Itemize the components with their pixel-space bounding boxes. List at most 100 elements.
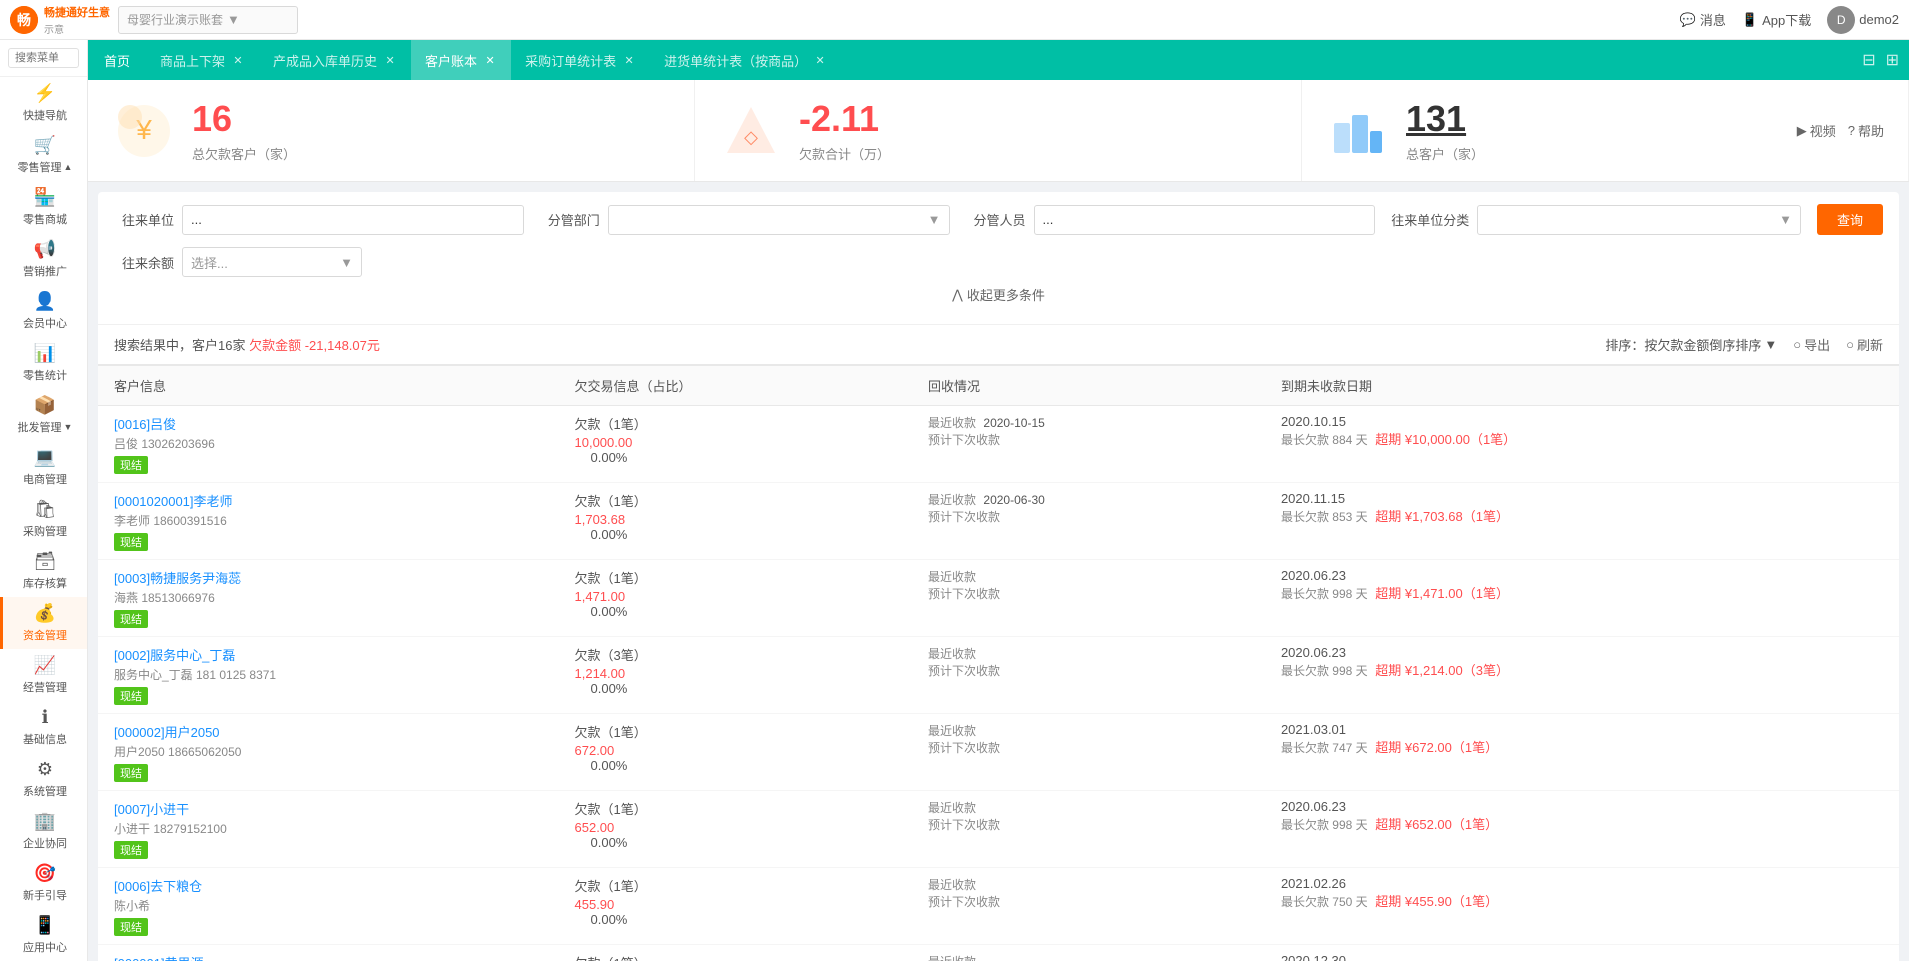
overdue-link-5[interactable]: 超期 ¥652.00（1笔） <box>1375 817 1498 832</box>
sidebar-item-marketing[interactable]: 📢 营销推广 <box>0 233 87 285</box>
message-icon: 💬 <box>1680 12 1696 28</box>
stat-value-total-customers: 131 <box>1406 98 1484 140</box>
avatar: D <box>1827 6 1855 34</box>
sidebar-item-apps[interactable]: 📱 应用中心 <box>0 909 87 961</box>
overdue-link-4[interactable]: 超期 ¥672.00（1笔） <box>1375 740 1498 755</box>
overdue-link-6[interactable]: 超期 ¥455.90（1笔） <box>1375 894 1498 909</box>
sidebar-item-retail-stats[interactable]: 📊 零售统计 <box>0 337 87 389</box>
tab-purchase-stats[interactable]: 采购订单统计表 ✕ <box>511 40 650 80</box>
last-collection-date-1: 2020-06-30 <box>983 493 1044 507</box>
sidebar-item-finance[interactable]: 💰 资金管理 <box>0 597 87 649</box>
next-collection-4: 预计下次收款 <box>928 739 1249 756</box>
overdue-days-4: 最长欠款 747 天 <box>1281 741 1368 755</box>
overdue-link-1[interactable]: 超期 ¥1,703.68（1笔） <box>1375 509 1509 524</box>
app-download-btn[interactable]: 📱 App下载 <box>1742 10 1811 29</box>
query-button[interactable]: 查询 <box>1817 204 1883 235</box>
customer-name-1[interactable]: [0001020001]李老师 <box>114 491 543 510</box>
sidebar-item-enterprise[interactable]: 🏢 企业协同 <box>0 805 87 857</box>
app-title-display: 母婴行业演示账套 <box>127 11 223 28</box>
customer-name-2[interactable]: [0003]畅捷服务尹海蕊 <box>114 568 543 587</box>
cell-due-date-0: 2020.10.15 最长欠款 884 天 超期 ¥10,000.00（1笔） <box>1265 406 1899 483</box>
customer-name-0[interactable]: [0016]吕俊 <box>114 414 543 433</box>
video-icon: ▶ <box>1797 123 1807 139</box>
tab-inventory-history-close[interactable]: ✕ <box>383 53 397 67</box>
tab-customer-account[interactable]: 客户账本 ✕ <box>411 40 511 80</box>
cell-customer-info-1: [0001020001]李老师 李老师 18600391516 现结 <box>98 483 559 560</box>
customer-name-3[interactable]: [0002]服务中心_丁磊 <box>114 645 543 664</box>
collapse-button[interactable]: ⋀ 收起更多条件 <box>952 281 1045 308</box>
window-minimize-icon[interactable]: ⊟ <box>1862 50 1875 70</box>
customer-tag-1: 现结 <box>114 533 148 551</box>
collapse-icon: ⋀ <box>952 287 963 303</box>
content-area: 首页 商品上下架 ✕ 产成品入库单历史 ✕ 客户账本 ✕ 采购订单统计表 ✕ <box>88 40 1909 961</box>
customer-name-5[interactable]: [0007]小进干 <box>114 799 543 818</box>
sidebar-item-label: 会员中心 <box>23 315 67 331</box>
customer-tag-6: 现结 <box>114 918 148 936</box>
cell-due-date-7: 2020.12.30 最长欠款 808 天 超期 ¥429.00（1笔） <box>1265 945 1899 961</box>
filter-category-select[interactable]: ▼ <box>1477 205 1801 235</box>
sidebar-search-input[interactable] <box>8 48 79 68</box>
sidebar-item-purchase[interactable]: 🛍 采购管理 <box>0 493 87 545</box>
window-maximize-icon[interactable]: ⊞ <box>1886 50 1899 70</box>
quick-nav-icon: ⚡ <box>34 83 56 104</box>
filter-dept-select[interactable]: ▼ <box>608 205 950 235</box>
tab-inventory-history[interactable]: 产成品入库单历史 ✕ <box>259 40 411 80</box>
overdue-days-3: 最长欠款 998 天 <box>1281 664 1368 678</box>
filter-person-input[interactable]: ... <box>1034 205 1376 235</box>
results-amount-value: 欠款金额 -21,148.07元 <box>249 338 380 353</box>
sidebar-item-label: 批发管理 ▼ <box>18 419 73 435</box>
sidebar-item-guide[interactable]: 🎯 新手引导 <box>0 857 87 909</box>
sidebar-item-member[interactable]: 👤 会员中心 <box>0 285 87 337</box>
tab-import-stats-close[interactable]: ✕ <box>813 53 827 67</box>
base-info-icon: ℹ <box>42 707 49 728</box>
due-date-7: 2020.12.30 <box>1281 953 1883 961</box>
export-icon: ○ <box>1793 337 1801 352</box>
video-link[interactable]: ▶ 视频 <box>1797 121 1836 140</box>
customer-name-6[interactable]: [0006]去下粮仓 <box>114 876 543 895</box>
stat-card-owed-amount: ◇ -2.11 欠款合计（万） <box>695 80 1302 181</box>
customer-name-4[interactable]: [000002]用户2050 <box>114 722 543 741</box>
tab-customer-account-close[interactable]: ✕ <box>483 53 497 67</box>
user-menu[interactable]: D demo2 <box>1827 6 1899 34</box>
next-collection-5: 预计下次收款 <box>928 816 1249 833</box>
next-collection-label-4: 预计下次收款 <box>928 741 1000 755</box>
tab-purchase-stats-close[interactable]: ✕ <box>622 53 636 67</box>
cell-owe-info-4: 欠款（1笔） 672.00 0.00% <box>559 714 913 791</box>
sidebar-item-batch-mgmt[interactable]: 📦 批发管理 ▼ <box>0 389 87 441</box>
sort-selector[interactable]: 排序：按欠款金额倒序排序 ▼ <box>1605 335 1777 354</box>
stat-label-owed-customers: 总欠款客户（家） <box>192 144 296 163</box>
customer-name-7[interactable]: [000001]黄思源 <box>114 953 543 961</box>
owe-pct-3: 0.00% <box>591 681 628 696</box>
sidebar-item-retail-mall[interactable]: 🏪 零售商城 <box>0 181 87 233</box>
sidebar-item-system[interactable]: ⚙ 系统管理 <box>0 753 87 805</box>
filter-row-2: 往来余额 选择... ▼ <box>114 247 1883 277</box>
filter-balance-select[interactable]: 选择... ▼ <box>182 247 362 277</box>
sidebar-item-inventory[interactable]: 🗃 库存核算 <box>0 545 87 597</box>
sidebar-item-retail-mgmt[interactable]: 🛒 零售管理 ▲ <box>0 129 87 181</box>
overdue-days-5: 最长欠款 998 天 <box>1281 818 1368 832</box>
stat-info-total-customers: 131 总客户（家） <box>1406 98 1484 163</box>
tab-products[interactable]: 商品上下架 ✕ <box>146 40 259 80</box>
message-btn[interactable]: 💬 消息 <box>1680 10 1726 29</box>
sidebar-item-quick-nav[interactable]: ⚡ 快捷导航 <box>0 77 87 129</box>
sidebar-item-ecommerce[interactable]: 💻 电商管理 <box>0 441 87 493</box>
owe-pct-1: 0.00% <box>591 527 628 542</box>
overdue-link-2[interactable]: 超期 ¥1,471.00（1笔） <box>1375 586 1509 601</box>
overdue-link-0[interactable]: 超期 ¥10,000.00（1笔） <box>1375 432 1516 447</box>
main-content: ¥ 16 总欠款客户（家） <box>88 80 1909 961</box>
filter-source-unit-input[interactable]: ... <box>182 205 524 235</box>
sidebar-item-base-info[interactable]: ℹ 基础信息 <box>0 701 87 753</box>
tab-products-close[interactable]: ✕ <box>231 53 245 67</box>
owe-count-6: 欠款（1笔） <box>575 879 647 894</box>
tab-import-stats[interactable]: 进货单统计表（按商品） ✕ <box>650 40 841 80</box>
help-link[interactable]: ? 帮助 <box>1848 121 1884 140</box>
refresh-button[interactable]: ○ 刷新 <box>1846 335 1883 354</box>
sidebar-item-operations[interactable]: 📈 经营管理 <box>0 649 87 701</box>
top-bar: 畅 畅捷通好生意 示意 母婴行业演示账套 ▼ 💬 消息 📱 App下载 <box>0 0 1909 40</box>
overdue-link-3[interactable]: 超期 ¥1,214.00（3笔） <box>1375 663 1509 678</box>
cell-recovery-5: 最近收款 预计下次收款 <box>912 791 1265 868</box>
export-button[interactable]: ○ 导出 <box>1793 335 1830 354</box>
due-date-5: 2020.06.23 <box>1281 799 1883 814</box>
table-row: [0001020001]李老师 李老师 18600391516 现结 欠款（1笔… <box>98 483 1899 560</box>
tab-home[interactable]: 首页 <box>88 51 146 70</box>
